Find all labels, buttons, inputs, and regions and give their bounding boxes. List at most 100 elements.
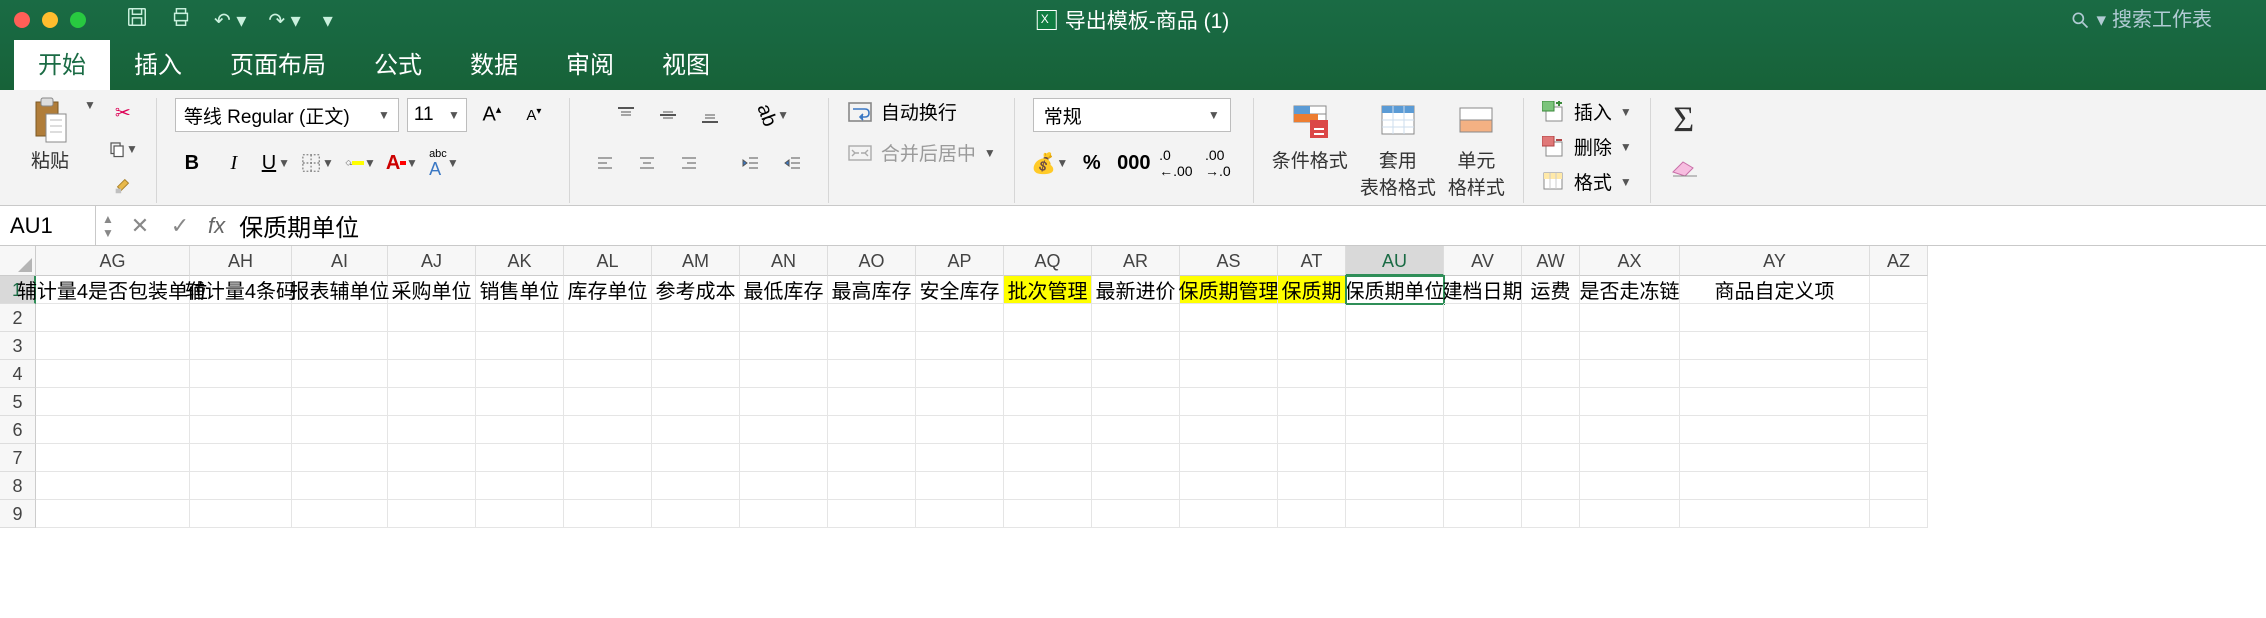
cell-AY4[interactable] (1680, 360, 1870, 388)
cell-AJ8[interactable] (388, 472, 476, 500)
cell-AH4[interactable] (190, 360, 292, 388)
row-header-2[interactable]: 2 (0, 304, 36, 332)
cell-AN4[interactable] (740, 360, 828, 388)
italic-button[interactable]: I (217, 146, 251, 180)
cell-AX8[interactable] (1580, 472, 1680, 500)
cell-AR9[interactable] (1092, 500, 1180, 528)
cell-AL3[interactable] (564, 332, 652, 360)
fx-icon[interactable]: fx (208, 213, 225, 239)
search-input[interactable] (2112, 9, 2252, 32)
cell-AQ6[interactable] (1004, 416, 1092, 444)
font-name-select[interactable]: 等线 Regular (正文)▼ (175, 98, 399, 132)
zoom-window-button[interactable] (70, 12, 86, 28)
cell-AT9[interactable] (1278, 500, 1346, 528)
format-as-table-button[interactable]: 套用 表格格式 (1360, 98, 1436, 200)
print-icon[interactable] (170, 6, 192, 34)
cell-AW8[interactable] (1522, 472, 1580, 500)
cell-AR2[interactable] (1092, 304, 1180, 332)
cell-AO4[interactable] (828, 360, 916, 388)
cell-AU1[interactable]: 保质期单位 (1346, 276, 1444, 304)
cell-AX2[interactable] (1580, 304, 1680, 332)
currency-button[interactable]: 💰▼ (1033, 146, 1067, 180)
name-box-stepper[interactable]: ▲▼ (96, 212, 120, 240)
cell-AS5[interactable] (1180, 388, 1278, 416)
cell-AK2[interactable] (476, 304, 564, 332)
col-header-AJ[interactable]: AJ (388, 246, 476, 276)
cell-AI4[interactable] (292, 360, 388, 388)
cell-AN9[interactable] (740, 500, 828, 528)
borders-button[interactable]: ▼ (301, 146, 335, 180)
cell-AJ4[interactable] (388, 360, 476, 388)
cell-AO9[interactable] (828, 500, 916, 528)
cell-AO5[interactable] (828, 388, 916, 416)
cell-AW4[interactable] (1522, 360, 1580, 388)
cell-AT1[interactable]: 保质期 (1278, 276, 1346, 304)
cell-AX5[interactable] (1580, 388, 1680, 416)
cell-AM2[interactable] (652, 304, 740, 332)
cell-AO1[interactable]: 最高库存 (828, 276, 916, 304)
cell-AL9[interactable] (564, 500, 652, 528)
col-header-AW[interactable]: AW (1522, 246, 1580, 276)
cell-AI1[interactable]: 报表辅单位 (292, 276, 388, 304)
col-header-AQ[interactable]: AQ (1004, 246, 1092, 276)
cell-AT7[interactable] (1278, 444, 1346, 472)
cell-AK9[interactable] (476, 500, 564, 528)
search-box[interactable]: ▾ (2070, 9, 2252, 32)
cell-AS2[interactable] (1180, 304, 1278, 332)
enter-formula-button[interactable]: ✓ (160, 213, 200, 239)
cell-AG8[interactable] (36, 472, 190, 500)
underline-button[interactable]: U▼ (259, 146, 293, 180)
cell-AS6[interactable] (1180, 416, 1278, 444)
minimize-window-button[interactable] (42, 12, 58, 28)
cell-AK3[interactable] (476, 332, 564, 360)
tab-view[interactable]: 视图 (638, 35, 734, 90)
cell-AG4[interactable] (36, 360, 190, 388)
paste-button[interactable]: 粘贴 (28, 98, 72, 173)
cell-AG9[interactable] (36, 500, 190, 528)
cell-AU9[interactable] (1346, 500, 1444, 528)
cell-AW5[interactable] (1522, 388, 1580, 416)
cell-AY6[interactable] (1680, 416, 1870, 444)
cell-AJ7[interactable] (388, 444, 476, 472)
cell-AH6[interactable] (190, 416, 292, 444)
cell-AQ3[interactable] (1004, 332, 1092, 360)
col-header-AS[interactable]: AS (1180, 246, 1278, 276)
col-header-AX[interactable]: AX (1580, 246, 1680, 276)
cell-AV6[interactable] (1444, 416, 1522, 444)
cell-AW9[interactable] (1522, 500, 1580, 528)
cell-AO7[interactable] (828, 444, 916, 472)
cut-button[interactable]: ✂ (108, 98, 138, 128)
cell-AM9[interactable] (652, 500, 740, 528)
cell-AV5[interactable] (1444, 388, 1522, 416)
cell-AM8[interactable] (652, 472, 740, 500)
conditional-format-button[interactable]: 条件格式 (1272, 98, 1348, 173)
col-header-AR[interactable]: AR (1092, 246, 1180, 276)
col-header-AT[interactable]: AT (1278, 246, 1346, 276)
cell-AW6[interactable] (1522, 416, 1580, 444)
formula-input[interactable] (233, 212, 2266, 240)
cell-AM4[interactable] (652, 360, 740, 388)
cell-AN3[interactable] (740, 332, 828, 360)
format-cells-button[interactable]: 格式▼ (1542, 168, 1632, 195)
cell-AS3[interactable] (1180, 332, 1278, 360)
cell-AM3[interactable] (652, 332, 740, 360)
cell-AZ9[interactable] (1870, 500, 1928, 528)
cell-AH9[interactable] (190, 500, 292, 528)
row-header-4[interactable]: 4 (0, 360, 36, 388)
row-header-5[interactable]: 5 (0, 388, 36, 416)
align-left-button[interactable] (588, 146, 622, 180)
bold-button[interactable]: B (175, 146, 209, 180)
cell-AK4[interactable] (476, 360, 564, 388)
cell-AY3[interactable] (1680, 332, 1870, 360)
cell-AY9[interactable] (1680, 500, 1870, 528)
font-size-select[interactable]: 11▼ (407, 98, 467, 132)
col-header-AH[interactable]: AH (190, 246, 292, 276)
cell-AJ3[interactable] (388, 332, 476, 360)
cell-AQ9[interactable] (1004, 500, 1092, 528)
cell-AZ5[interactable] (1870, 388, 1928, 416)
cell-AU8[interactable] (1346, 472, 1444, 500)
cell-AP4[interactable] (916, 360, 1004, 388)
cell-AS9[interactable] (1180, 500, 1278, 528)
cell-AX4[interactable] (1580, 360, 1680, 388)
cell-AR3[interactable] (1092, 332, 1180, 360)
